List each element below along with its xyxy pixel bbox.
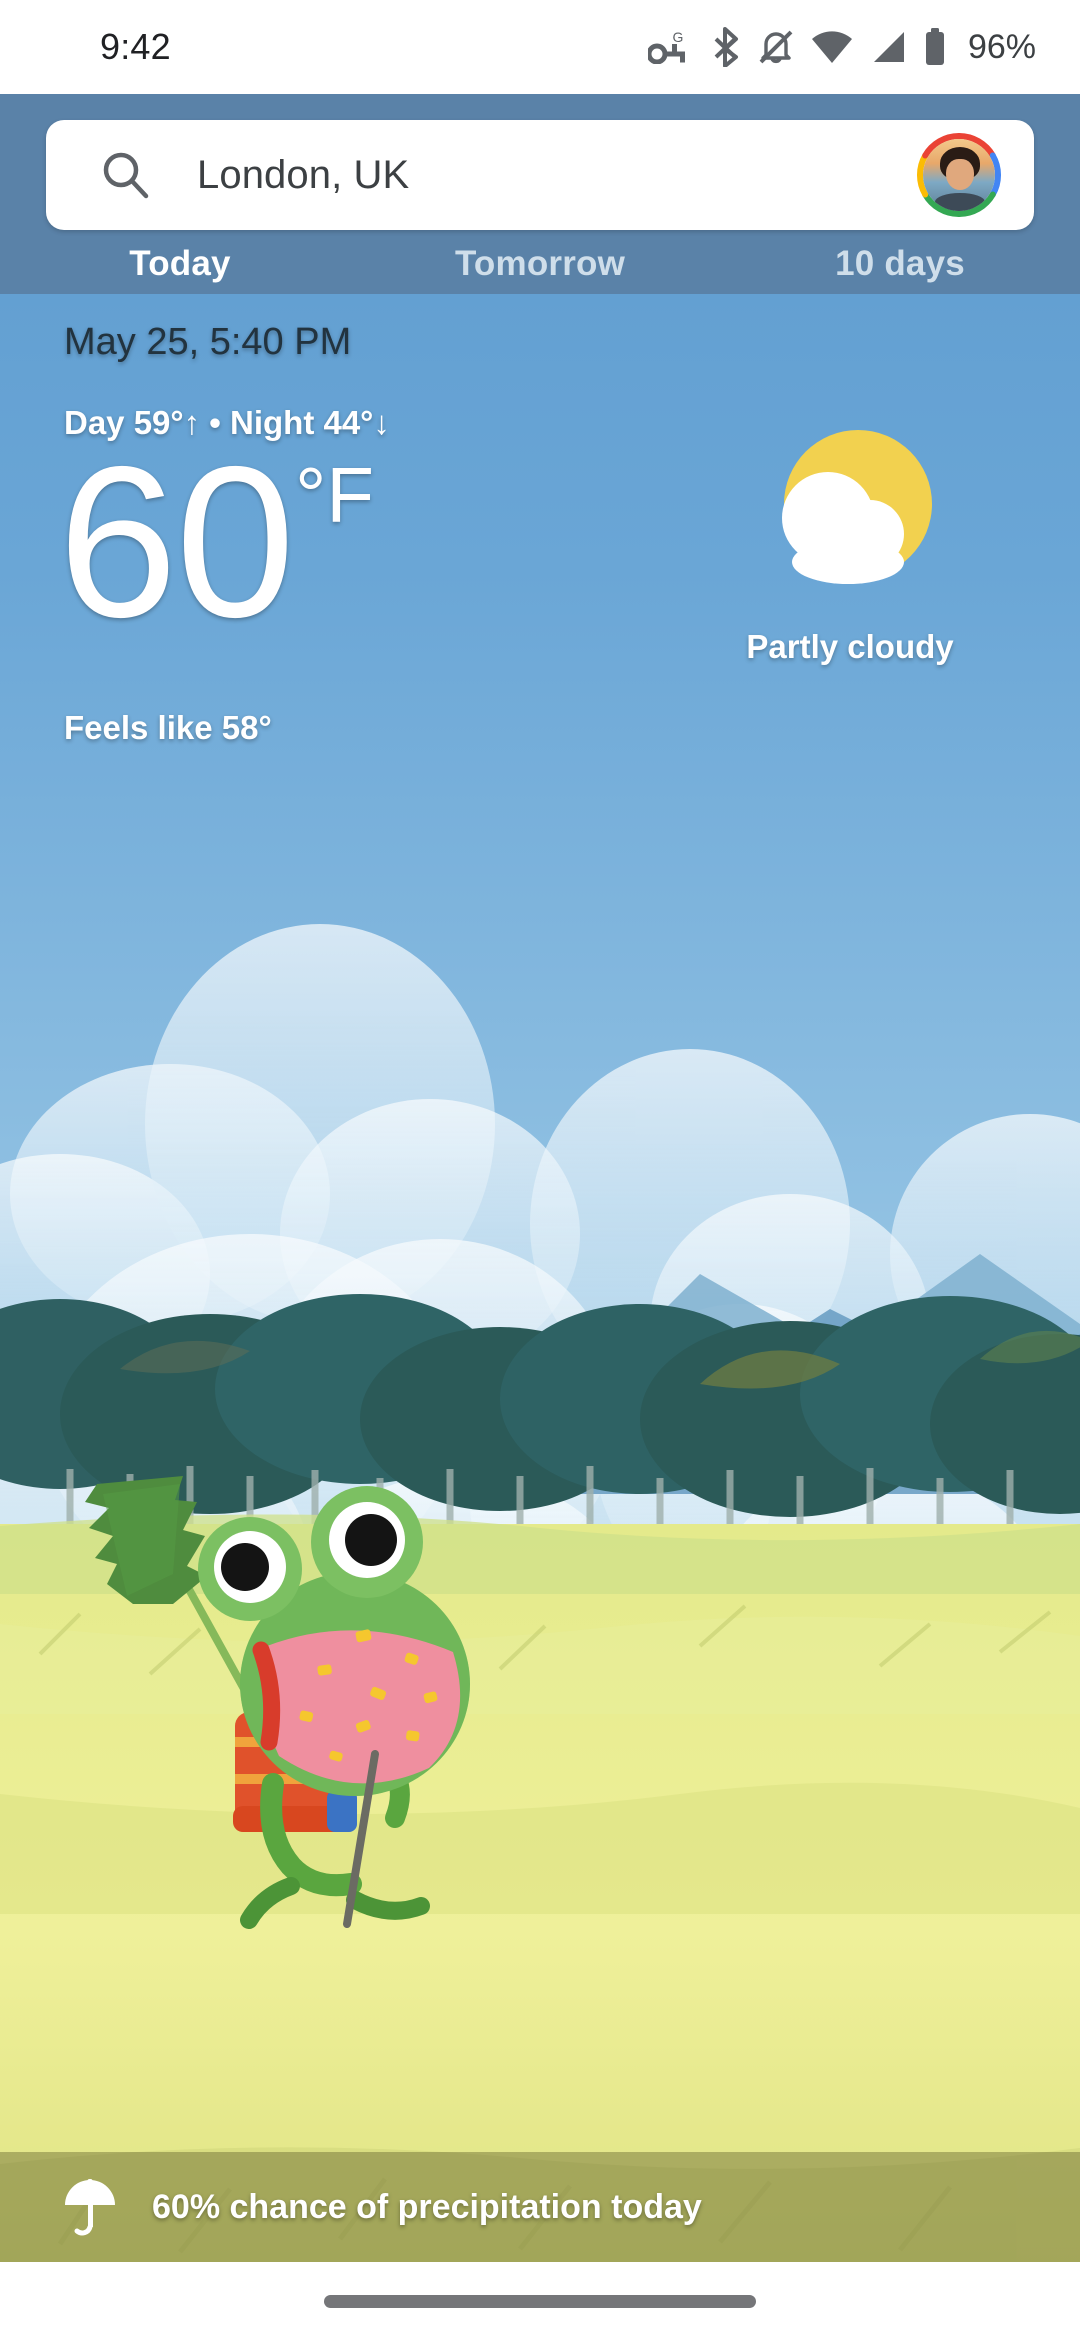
tab-today-label: Today [129, 244, 231, 283]
precipitation-text: 60% chance of precipitation today [152, 2187, 702, 2226]
current-datetime: May 25, 5:40 PM [64, 321, 352, 363]
vpn-key-g-icon: G [647, 30, 685, 64]
partly-cloudy-icon [782, 430, 932, 584]
forecast-tabs: Today Tomorrow 10 days [0, 234, 1080, 342]
current-condition-block: Partly cloudy [700, 414, 1000, 666]
umbrella-icon [65, 2179, 115, 2236]
system-navigation-bar [0, 2262, 1080, 2340]
tab-today[interactable]: Today [0, 234, 360, 342]
current-condition-label: Partly cloudy [746, 628, 954, 665]
precipitation-banner[interactable]: 60% chance of precipitation today [0, 2152, 1080, 2262]
avatar[interactable] [916, 132, 1002, 218]
gesture-nav-pill[interactable] [324, 2294, 756, 2308]
tab-tomorrow[interactable]: Tomorrow [360, 234, 720, 294]
cellular-signal-icon [873, 32, 904, 62]
search-input[interactable]: London, UK [197, 153, 916, 198]
wifi-icon [811, 31, 852, 63]
temperature-unit: °F [295, 451, 374, 539]
current-temperature-block: 60 °F [58, 434, 374, 649]
tab-tomorrow-label: Tomorrow [454, 244, 626, 283]
tab-10-days[interactable]: 10 days [720, 234, 1080, 294]
svg-text:G: G [672, 30, 683, 45]
battery-percent-label: 96% [967, 27, 1036, 66]
weather-app-screen: 9:42 G 96% London, UK Today Tomorrow 10 … [0, 0, 1080, 2340]
grass-field-icon [0, 1514, 1080, 2262]
app-header: London, UK Today Tomorrow 10 days [0, 94, 1080, 342]
notifications-off-icon [759, 30, 793, 64]
feels-like-label: Feels like 58° [64, 709, 272, 746]
current-temperature-value: 60 [58, 421, 295, 662]
status-bar-clock: 9:42 [100, 26, 171, 67]
status-bar-icons: G 96% [647, 27, 1036, 67]
location-search-bar[interactable]: London, UK [46, 120, 1034, 230]
avatar-photo [923, 139, 995, 211]
battery-icon [925, 28, 944, 65]
search-icon [103, 152, 149, 199]
bluetooth-icon [714, 27, 738, 67]
status-bar: 9:42 G 96% [0, 0, 1080, 94]
tab-10-days-label: 10 days [835, 244, 965, 283]
